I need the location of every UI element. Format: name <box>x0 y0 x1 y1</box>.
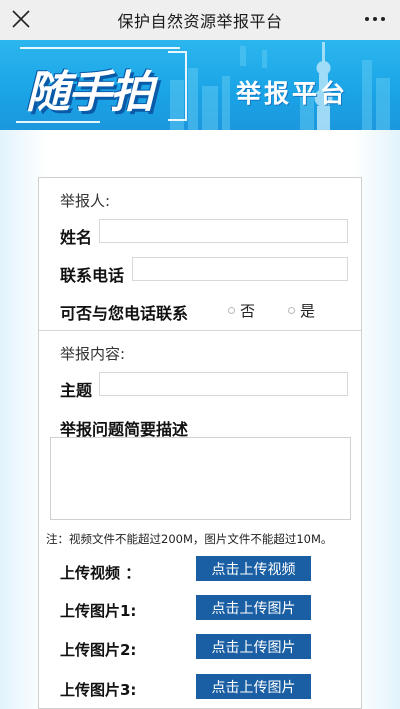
subject-input[interactable] <box>99 372 348 396</box>
phone-input[interactable] <box>132 257 348 281</box>
upload-image3-button[interactable]: 点击上传图片 <box>196 674 311 699</box>
name-input[interactable] <box>99 219 348 243</box>
reporter-section-label: 举报人: <box>60 192 111 210</box>
upload-limit-note: 注：视频文件不能超过200M，图片文件不能超过10M。 <box>46 532 333 546</box>
banner-logo-text: 随手拍 <box>26 67 154 118</box>
header-banner: 随手拍 举报平台 <box>0 40 400 130</box>
radio-yes[interactable] <box>288 307 295 314</box>
upload-video-button[interactable]: 点击上传视频 <box>196 556 311 581</box>
contact-question-label: 可否与您电话联系 <box>60 304 189 323</box>
close-icon[interactable] <box>10 8 32 30</box>
content-section-label: 举报内容: <box>60 345 126 363</box>
upload-video-label: 上传视频 ： <box>60 564 141 582</box>
upload-image1-label: 上传图片1: <box>60 602 137 620</box>
contact-option-no[interactable]: 否 <box>228 300 255 321</box>
contact-option-no-label: 否 <box>240 302 256 320</box>
page-title: 保护自然资源举报平台 <box>117 12 283 31</box>
upload-image1-button[interactable]: 点击上传图片 <box>196 595 311 620</box>
upload-image2-button[interactable]: 点击上传图片 <box>196 634 311 659</box>
upload-image3-label: 上传图片3: <box>60 681 137 699</box>
name-label: 姓名 <box>60 228 93 247</box>
banner-platform-text: 举报平台 <box>236 79 349 108</box>
contact-option-yes-label: 是 <box>300 302 316 320</box>
more-dots-icon[interactable] <box>364 12 386 26</box>
radio-no[interactable] <box>228 307 235 314</box>
section-divider <box>39 330 361 331</box>
upload-image2-label: 上传图片2: <box>60 641 137 659</box>
subject-label: 主题 <box>60 381 93 400</box>
contact-option-yes[interactable]: 是 <box>288 300 315 321</box>
description-textarea[interactable] <box>50 437 351 520</box>
phone-label: 联系电话 <box>60 266 125 285</box>
top-bar: 保护自然资源举报平台 <box>0 0 400 40</box>
